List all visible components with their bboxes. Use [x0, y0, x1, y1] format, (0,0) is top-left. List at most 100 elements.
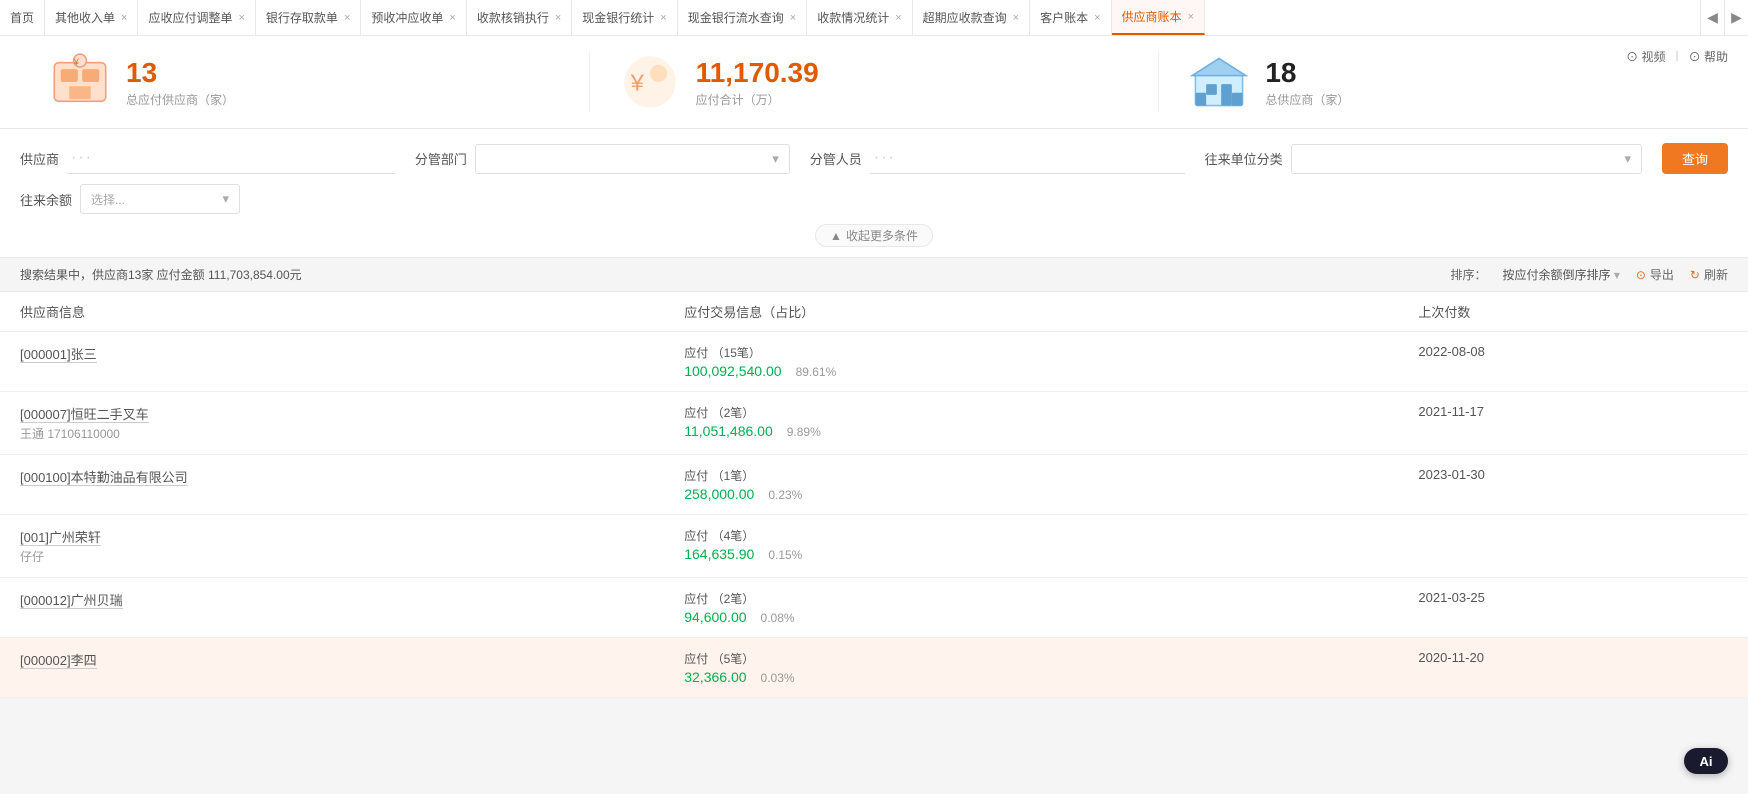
query-button[interactable]: 查询 [1662, 143, 1728, 174]
tab-overdue[interactable]: 超期应收款查询 × [913, 0, 1030, 35]
tab-customer[interactable]: 客户账本 × [1030, 0, 1111, 35]
close-icon[interactable]: × [1188, 11, 1194, 23]
close-icon[interactable]: × [121, 12, 127, 24]
tx-info-cell: 应付 （2笔）11,051,486.009.89% [664, 392, 1398, 455]
supplier-link[interactable]: [000002]李四 [20, 653, 97, 669]
top-nav: 首页 其他收入单 × 应收应付调整单 × 银行存取款单 × 预收冲应收单 × 收… [0, 0, 1748, 36]
tab-bank[interactable]: 银行存取款单 × [256, 0, 361, 35]
tx-amount[interactable]: 32,366.00 [684, 669, 746, 685]
chevron-up-icon: ▲ [830, 229, 842, 243]
close-icon[interactable]: × [660, 12, 666, 24]
close-icon[interactable]: × [1094, 12, 1100, 24]
last-pay-date: 2023-01-30 [1418, 467, 1485, 482]
tx-pct: 0.08% [761, 611, 795, 625]
tx-amount[interactable]: 94,600.00 [684, 609, 746, 625]
col-last-pay: 上次付数 [1398, 292, 1748, 332]
chevron-down-icon: ▾ [772, 151, 779, 167]
tab-prepay[interactable]: 预收冲应收单 × [361, 0, 466, 35]
tx-amount[interactable]: 164,635.90 [684, 546, 754, 562]
tab-adjust[interactable]: 应收应付调整单 × [138, 0, 255, 35]
tab-income[interactable]: 其他收入单 × [45, 0, 138, 35]
nav-next-button[interactable]: ▶ [1724, 0, 1748, 36]
last-pay-cell: 2023-01-30 [1398, 455, 1748, 515]
tx-pct: 89.61% [796, 365, 837, 379]
person-input[interactable]: ··· [870, 144, 1185, 174]
payable-amount-text: 11,170.39 应付合计（万） [696, 56, 819, 109]
svg-text:¥: ¥ [629, 70, 644, 96]
supplier-label: 供应商 [20, 149, 59, 168]
category-label: 往来单位分类 [1205, 149, 1283, 168]
close-icon[interactable]: × [238, 12, 244, 24]
col-tx-info: 应付交易信息（占比） [664, 292, 1398, 332]
tx-pct: 0.23% [768, 488, 802, 502]
supplier-input[interactable]: ··· [67, 144, 395, 174]
tx-amount[interactable]: 11,051,486.00 [684, 423, 773, 439]
table-row: [001]广州荣轩仔仔应付 （4笔）164,635.900.15% [0, 515, 1748, 578]
last-pay-cell: 2021-11-17 [1398, 392, 1748, 455]
summary-bar: ⊙ 视频 | ⊙ 帮助 ¥ 13 总应付供应商（家） ¥ [0, 36, 1748, 129]
close-icon[interactable]: × [449, 12, 455, 24]
export-button[interactable]: ⊙ 导出 [1636, 266, 1674, 283]
last-pay-cell: 2020-11-20 [1398, 638, 1748, 698]
tx-info-cell: 应付 （1笔）258,000.000.23% [664, 455, 1398, 515]
ai-badge[interactable]: Ai [1684, 748, 1728, 774]
sort-select[interactable]: 按应付余额倒序排序 ▾ [1502, 266, 1619, 283]
collapse-button[interactable]: ▲ 收起更多条件 [815, 224, 933, 247]
supplier-link[interactable]: [000012]广州贝瑞 [20, 593, 123, 609]
close-icon[interactable]: × [344, 12, 350, 24]
supplier-info-cell: [000012]广州贝瑞 [0, 578, 664, 638]
tx-info-cell: 应付 （4笔） 164,635.90 0.15% [664, 515, 1398, 578]
person-label: 分管人员 [810, 149, 862, 168]
last-pay-date: 2022-08-08 [1418, 344, 1485, 359]
tab-cashflow[interactable]: 现金银行流水查询 × [678, 0, 807, 35]
chevron-down-icon: ▾ [1624, 151, 1631, 167]
close-icon[interactable]: × [895, 12, 901, 24]
dept-dropdown[interactable]: ▾ [475, 144, 790, 174]
table-row: [000001]张三应付 （15笔）100,092,540.0089.61%20… [0, 332, 1748, 392]
col-supplier-info: 供应商信息 [0, 292, 664, 332]
category-dropdown[interactable]: ▾ [1291, 144, 1642, 174]
balance-dropdown[interactable]: 选择... ▾ [80, 184, 240, 214]
svg-text:¥: ¥ [73, 57, 80, 68]
tab-receiptstat[interactable]: 收款情况统计 × [807, 0, 912, 35]
refresh-button[interactable]: ↻ 刷新 [1690, 266, 1728, 283]
table-row: [000007]恒旺二手叉车王通 17106110000 应付 （2笔）11,05… [0, 392, 1748, 455]
tx-label: 应付 （4笔） [684, 527, 1378, 544]
close-icon[interactable]: × [1013, 12, 1019, 24]
nav-prev-button[interactable]: ◀ [1700, 0, 1724, 36]
payable-icon: ¥ [620, 52, 680, 112]
tx-info-cell: 应付 （2笔）94,600.000.08% [664, 578, 1398, 638]
last-pay-cell: 2022-08-08 [1398, 332, 1748, 392]
tx-pct: 0.15% [768, 548, 802, 562]
tx-info-cell: 应付 （5笔） 32,366.00 0.03% [664, 638, 1398, 698]
collapse-bar: ▲ 收起更多条件 [20, 224, 1728, 247]
supplier-sub-info: 王通 17106110000 [20, 425, 644, 442]
close-icon[interactable]: × [790, 12, 796, 24]
tab-verify[interactable]: 收款核销执行 × [467, 0, 572, 35]
tab-cashstat[interactable]: 现金银行统计 × [572, 0, 677, 35]
supplier-link[interactable]: [000007]恒旺二手叉车 [20, 407, 149, 423]
right-actions: 排序： 按应付余额倒序排序 ▾ ⊙ 导出 ↻ 刷新 [1450, 266, 1728, 283]
chevron-down-icon: ▾ [222, 191, 229, 207]
supplier-link[interactable]: [001]广州荣轩 [20, 530, 101, 546]
supplier-link[interactable]: [000100]本特勤油品有限公司 [20, 470, 188, 486]
video-link[interactable]: ⊙ 视频 [1626, 48, 1665, 65]
dept-label: 分管部门 [415, 149, 467, 168]
tx-pct: 0.03% [761, 671, 795, 685]
tx-amount[interactable]: 258,000.00 [684, 486, 754, 502]
close-icon[interactable]: × [555, 12, 561, 24]
chevron-down-icon: ▾ [1614, 268, 1620, 282]
tab-supplier[interactable]: 供应商账本 × [1112, 0, 1205, 35]
dept-field: 分管部门 ▾ [415, 144, 790, 174]
tx-amount[interactable]: 100,092,540.00 [684, 363, 781, 379]
help-link[interactable]: ⊙ 帮助 [1689, 48, 1728, 65]
supplier-link[interactable]: [000001]张三 [20, 347, 97, 363]
tab-home[interactable]: 首页 [0, 0, 45, 35]
nav-arrows: ◀ ▶ [1700, 0, 1748, 36]
tx-label: 应付 （5笔） [684, 650, 1378, 667]
export-icon: ⊙ [1636, 268, 1646, 282]
supplier-table: 供应商信息 应付交易信息（占比） 上次付数 [000001]张三应付 （15笔）… [0, 292, 1748, 698]
last-pay-date: 2020-11-20 [1418, 650, 1484, 665]
supplier-info-cell: [000100]本特勤油品有限公司 [0, 455, 664, 515]
store-icon [1189, 52, 1249, 112]
